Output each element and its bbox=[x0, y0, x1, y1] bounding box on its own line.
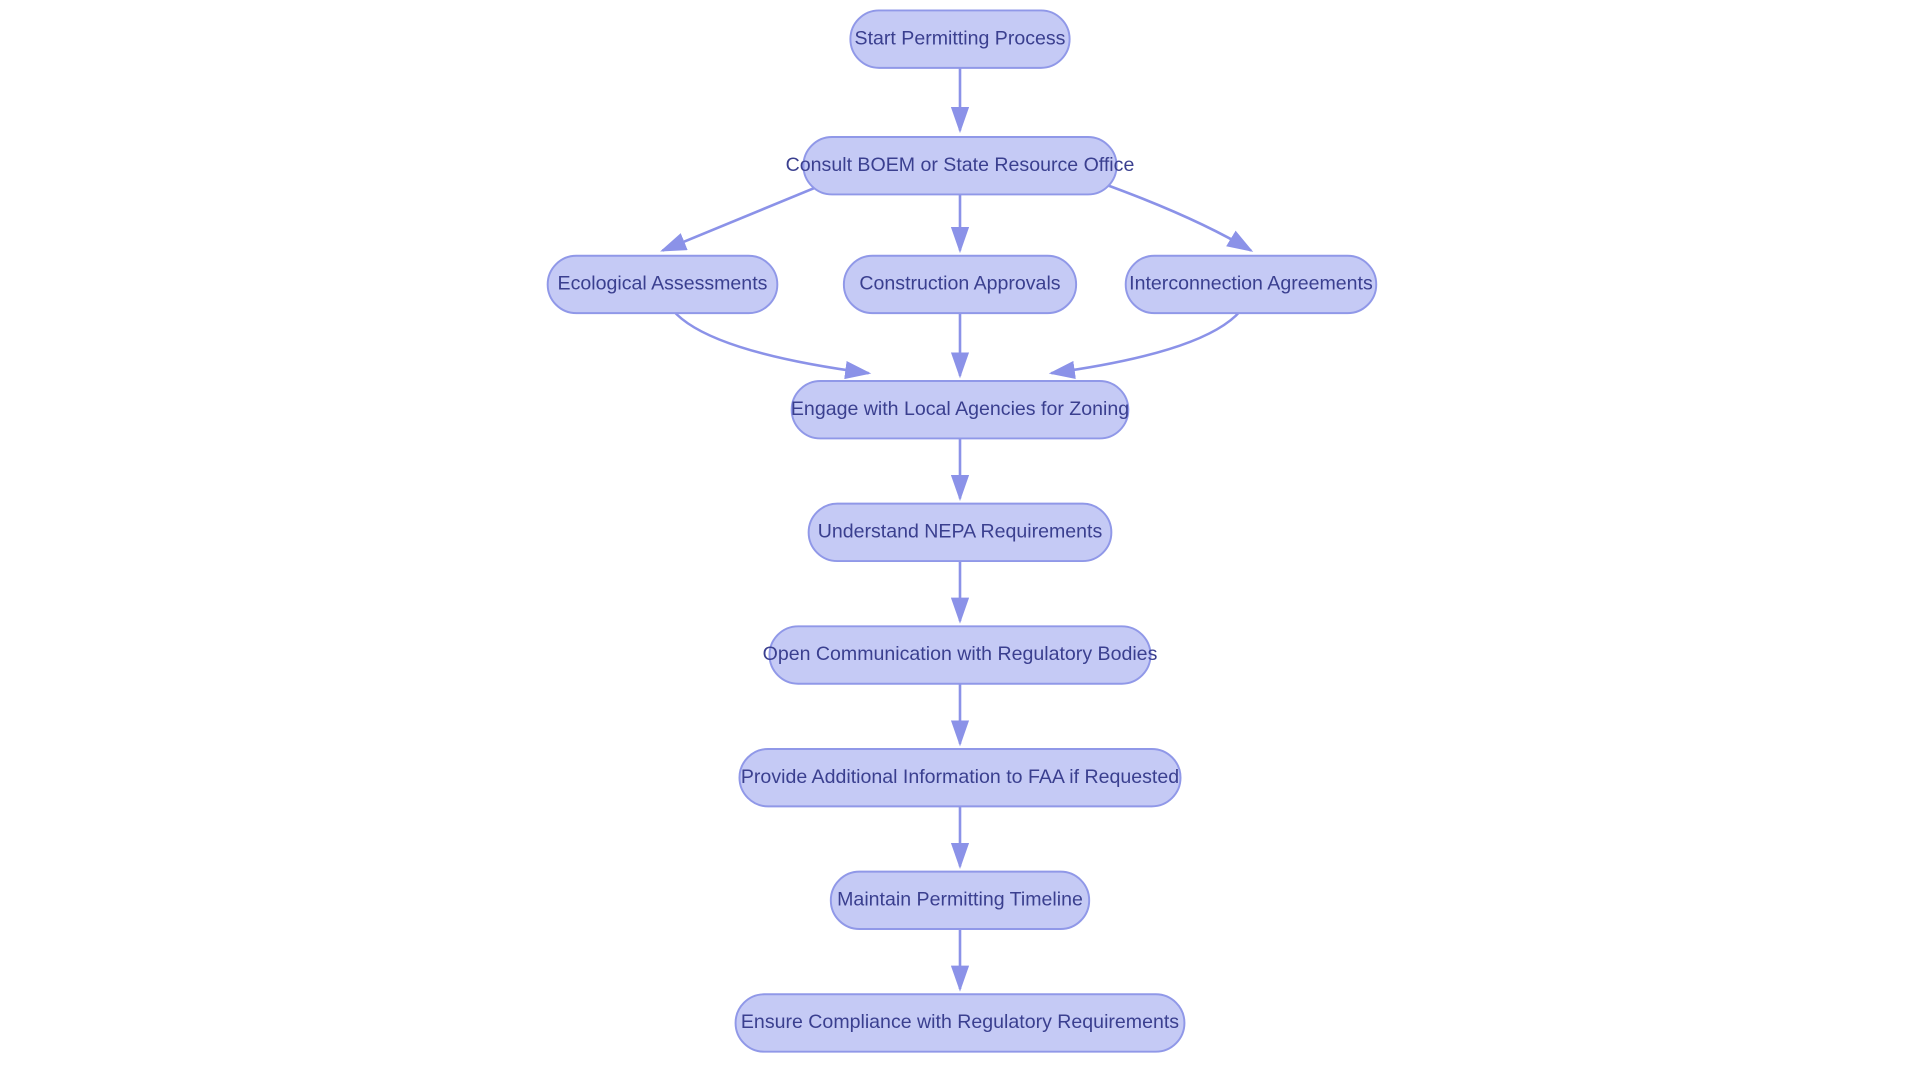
node-construction-label: Construction Approvals bbox=[859, 273, 1060, 295]
node-interconnection-label: Interconnection Agreements bbox=[1129, 273, 1373, 295]
node-ecological-label: Ecological Assessments bbox=[558, 273, 768, 295]
node-faa-label: Provide Additional Information to FAA if… bbox=[741, 766, 1179, 788]
node-engage-label: Engage with Local Agencies for Zoning bbox=[791, 398, 1129, 420]
node-timeline-label: Maintain Permitting Timeline bbox=[837, 888, 1083, 910]
diagram-container: Start Permitting Process Consult BOEM or… bbox=[0, 0, 1920, 1083]
node-nepa-label: Understand NEPA Requirements bbox=[818, 521, 1103, 543]
node-compliance-label: Ensure Compliance with Regulatory Requir… bbox=[741, 1011, 1179, 1033]
node-communication-label: Open Communication with Regulatory Bodie… bbox=[763, 643, 1158, 665]
node-consult-label: Consult BOEM or State Resource Office bbox=[786, 154, 1135, 176]
node-start-label: Start Permitting Process bbox=[855, 27, 1066, 49]
